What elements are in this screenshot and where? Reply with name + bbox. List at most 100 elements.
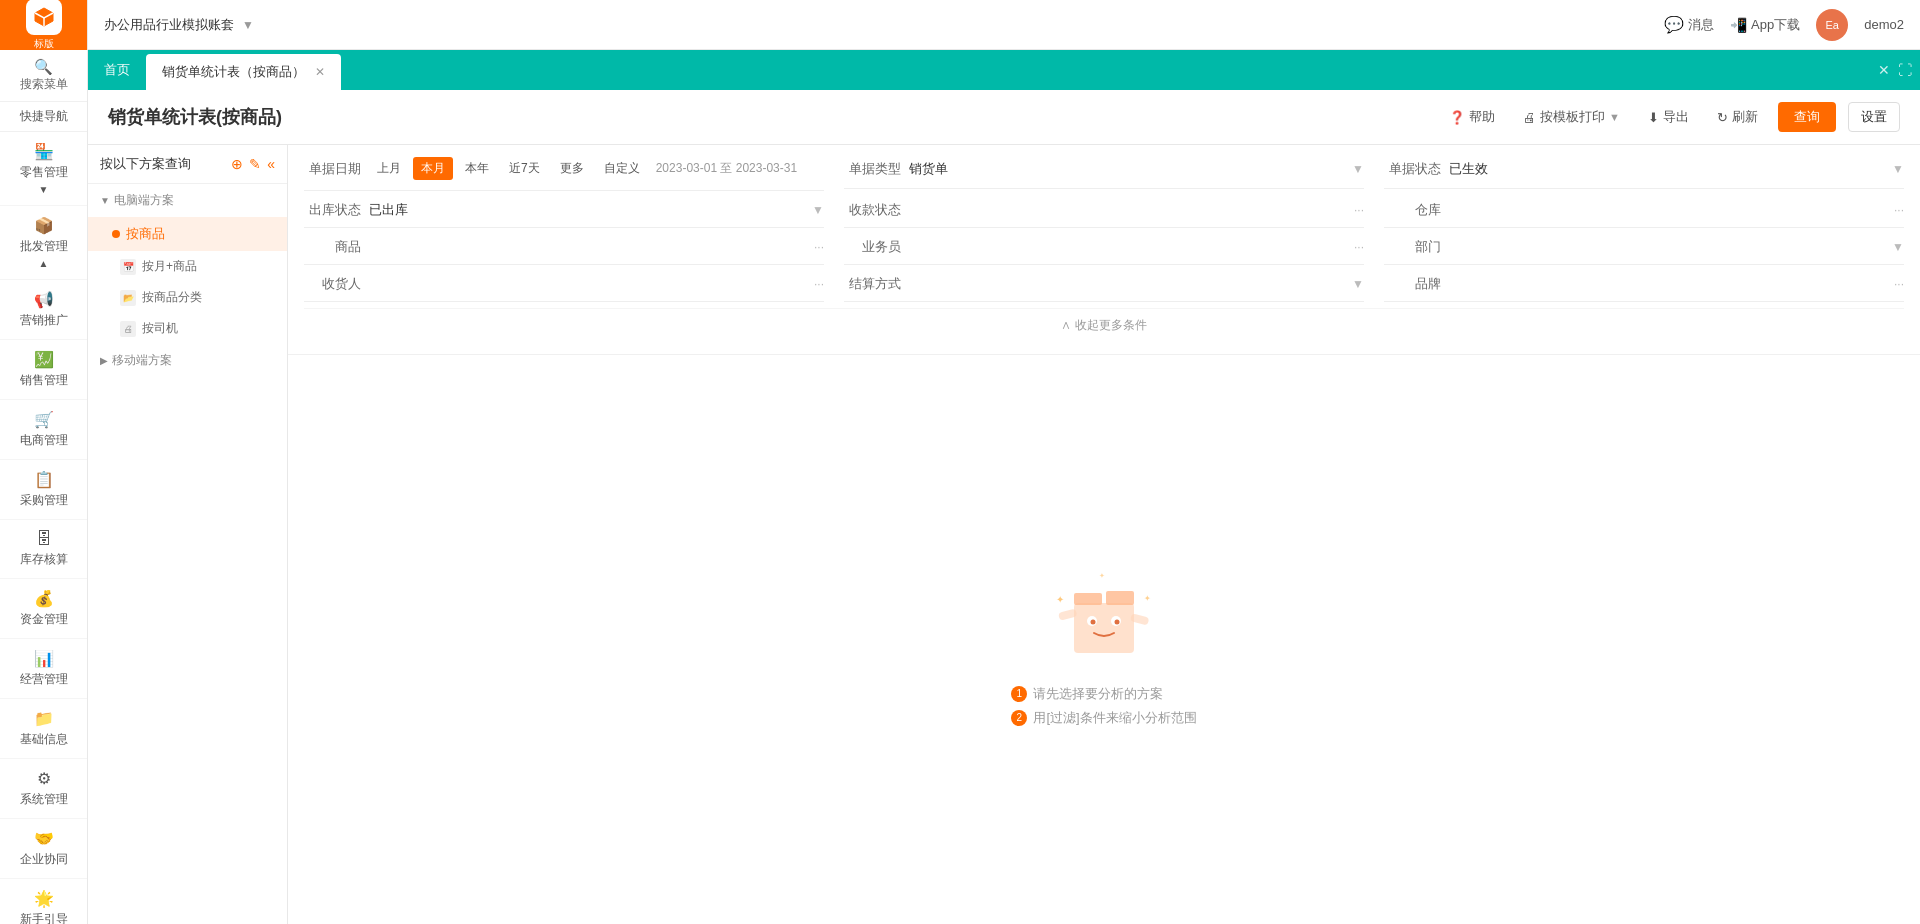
filter-brand: 品牌 ··· [1384, 275, 1904, 302]
left-panel-icons: ⊕ ✎ « [231, 156, 275, 172]
mobile-group-label: 移动端方案 [112, 352, 172, 369]
sidebar-item-retail[interactable]: 🏪 零售管理 ▼ [0, 132, 87, 206]
tab-sales-stats[interactable]: 销货单统计表（按商品） ✕ [146, 54, 341, 90]
payment-control[interactable]: ▼ [909, 277, 1364, 291]
department-dropdown-arrow[interactable]: ▼ [1892, 240, 1904, 254]
message-btn[interactable]: 💬 消息 [1664, 15, 1714, 34]
brand-label: 品牌 [1384, 275, 1449, 293]
consignee-more[interactable]: ··· [814, 277, 824, 291]
filter-out-status: 出库状态 已出库 ▼ [304, 201, 824, 228]
svg-point-5 [1091, 619, 1096, 624]
doc-status-control[interactable]: 已生效 ▼ [1449, 160, 1904, 178]
right-content: 单据日期 上月 本月 本年 近7天 更多 自定义 2023-03-01 至 20… [288, 145, 1920, 924]
doc-type-label: 单据类型 [844, 160, 909, 178]
sidebar-item-inventory[interactable]: 🗄 库存核算 [0, 520, 87, 579]
doc-type-control[interactable]: 销货单 ▼ [909, 160, 1364, 178]
brand-control[interactable]: ··· [1449, 277, 1904, 291]
marketing-icon: 📢 [34, 290, 54, 309]
empty-illustration: ✦ ✦ ✦ [1044, 553, 1164, 673]
pc-group-title[interactable]: ▼ 电脑端方案 [88, 184, 287, 217]
refresh-btn[interactable]: ↻ 刷新 [1709, 104, 1766, 130]
sidebar-item-enterprise[interactable]: 🤝 企业协同 [0, 819, 87, 879]
app-download-btn[interactable]: 📲 App下载 [1730, 16, 1800, 34]
svg-rect-2 [1106, 591, 1134, 605]
industry-label[interactable]: 办公用品行业模拟账套 [104, 16, 234, 34]
warehouse-control[interactable]: ··· [1449, 203, 1904, 217]
sidebar-item-ecommerce[interactable]: 🛒 电商管理 [0, 400, 87, 460]
consignee-control[interactable]: ··· [369, 277, 824, 291]
doc-type-dropdown-arrow[interactable]: ▼ [1352, 162, 1364, 176]
date-control: 上月 本月 本年 近7天 更多 自定义 2023-03-01 至 2023-03… [369, 157, 824, 180]
sidebar-item-system[interactable]: ⚙ 系统管理 [0, 759, 87, 819]
sidebar: 标版 🔍 搜索菜单 快捷导航 🏪 零售管理 ▼ 📦 批发管理 ▲ 📢 营销推广 … [0, 0, 88, 924]
svg-rect-1 [1074, 593, 1102, 605]
scheme-by-month-product[interactable]: 📅 按月+商品 [88, 251, 287, 282]
product-control[interactable]: ··· [369, 240, 824, 254]
date-more[interactable]: 更多 [552, 157, 592, 180]
receipt-status-more[interactable]: ··· [1354, 203, 1364, 217]
salesperson-control[interactable]: ··· [909, 240, 1364, 254]
sidebar-item-wholesale[interactable]: 📦 批发管理 ▲ [0, 206, 87, 280]
tab-bar-right: ✕ ⛶ [1878, 50, 1920, 90]
out-status-label: 出库状态 [304, 201, 369, 219]
department-control[interactable]: ▼ [1449, 240, 1904, 254]
doc-status-dropdown-arrow[interactable]: ▼ [1892, 162, 1904, 176]
left-panel-header: 按以下方案查询 ⊕ ✎ « [88, 145, 287, 184]
sidebar-item-sales[interactable]: 💹 销售管理 [0, 340, 87, 400]
scheme-by-category[interactable]: 📂 按商品分类 [88, 282, 287, 313]
page-content: 销货单统计表(按商品) ❓ 帮助 🖨 按模板打印 ▼ ⬇ 导出 ↻ 刷新 [88, 90, 1920, 924]
out-status-dropdown-arrow[interactable]: ▼ [812, 203, 824, 217]
help-icon: ❓ [1449, 110, 1465, 125]
consignee-label: 收货人 [304, 275, 369, 293]
sidebar-item-procurement[interactable]: 📋 采购管理 [0, 460, 87, 520]
sidebar-item-finance[interactable]: 💰 资金管理 [0, 579, 87, 639]
avatar[interactable]: Ea [1816, 9, 1848, 41]
collapse-panel-btn[interactable]: « [267, 156, 275, 172]
sidebar-item-basics[interactable]: 📁 基础信息 [0, 699, 87, 759]
maximize-window-btn[interactable]: ⛶ [1898, 62, 1912, 78]
out-status-control[interactable]: 已出库 ▼ [369, 201, 824, 219]
doc-status-label: 单据状态 [1384, 160, 1449, 178]
brand-more[interactable]: ··· [1894, 277, 1904, 291]
payment-dropdown-arrow[interactable]: ▼ [1352, 277, 1364, 291]
app-subtitle: 标版 [34, 37, 54, 51]
sidebar-item-marketing[interactable]: 📢 营销推广 [0, 280, 87, 340]
sidebar-item-operations[interactable]: 📊 经营管理 [0, 639, 87, 699]
header-right: 💬 消息 📲 App下载 Ea demo2 [1664, 9, 1904, 41]
print-dropdown-arrow[interactable]: ▼ [1609, 111, 1620, 123]
collapse-conditions-btn[interactable]: ∧ 收起更多条件 [304, 308, 1904, 342]
receipt-status-control[interactable]: ··· [909, 203, 1364, 217]
date-last-month[interactable]: 上月 [369, 157, 409, 180]
sidebar-item-guide[interactable]: 🌟 新手引导 [0, 879, 87, 924]
industry-dropdown-arrow[interactable]: ▼ [242, 18, 254, 32]
date-7days[interactable]: 近7天 [501, 157, 548, 180]
salesperson-more[interactable]: ··· [1354, 240, 1364, 254]
help-btn[interactable]: ❓ 帮助 [1441, 104, 1503, 130]
page-header: 销货单统计表(按商品) ❓ 帮助 🖨 按模板打印 ▼ ⬇ 导出 ↻ 刷新 [88, 90, 1920, 145]
scheme-by-product[interactable]: 按商品 [88, 217, 287, 251]
refresh-icon: ↻ [1717, 110, 1728, 125]
settings-btn[interactable]: 设置 [1848, 102, 1900, 132]
sidebar-shortcut[interactable]: 快捷导航 [0, 102, 87, 132]
main-area: 办公用品行业模拟账套 ▼ 💬 消息 📲 App下载 Ea demo2 首页 销货… [88, 0, 1920, 924]
mobile-group-title[interactable]: ▶ 移动端方案 [88, 344, 287, 377]
tab-home[interactable]: 首页 [88, 50, 146, 90]
date-custom[interactable]: 自定义 [596, 157, 648, 180]
pc-group-label: 电脑端方案 [114, 192, 174, 209]
sales-icon: 💹 [34, 350, 54, 369]
edit-scheme-btn[interactable]: ✎ [249, 156, 261, 172]
date-this-month[interactable]: 本月 [413, 157, 453, 180]
scheme-by-printer[interactable]: 🖨 按司机 [88, 313, 287, 344]
export-btn[interactable]: ⬇ 导出 [1640, 104, 1697, 130]
tab-close-btn[interactable]: ✕ [315, 65, 325, 79]
close-window-btn[interactable]: ✕ [1878, 62, 1890, 78]
user-name[interactable]: demo2 [1864, 17, 1904, 32]
print-btn[interactable]: 🖨 按模板打印 ▼ [1515, 104, 1628, 130]
sidebar-search[interactable]: 🔍 搜索菜单 [0, 50, 87, 102]
warehouse-more[interactable]: ··· [1894, 203, 1904, 217]
query-btn[interactable]: 查询 [1778, 102, 1836, 132]
add-scheme-btn[interactable]: ⊕ [231, 156, 243, 172]
date-this-year[interactable]: 本年 [457, 157, 497, 180]
product-more[interactable]: ··· [814, 240, 824, 254]
top-header: 办公用品行业模拟账套 ▼ 💬 消息 📲 App下载 Ea demo2 [88, 0, 1920, 50]
